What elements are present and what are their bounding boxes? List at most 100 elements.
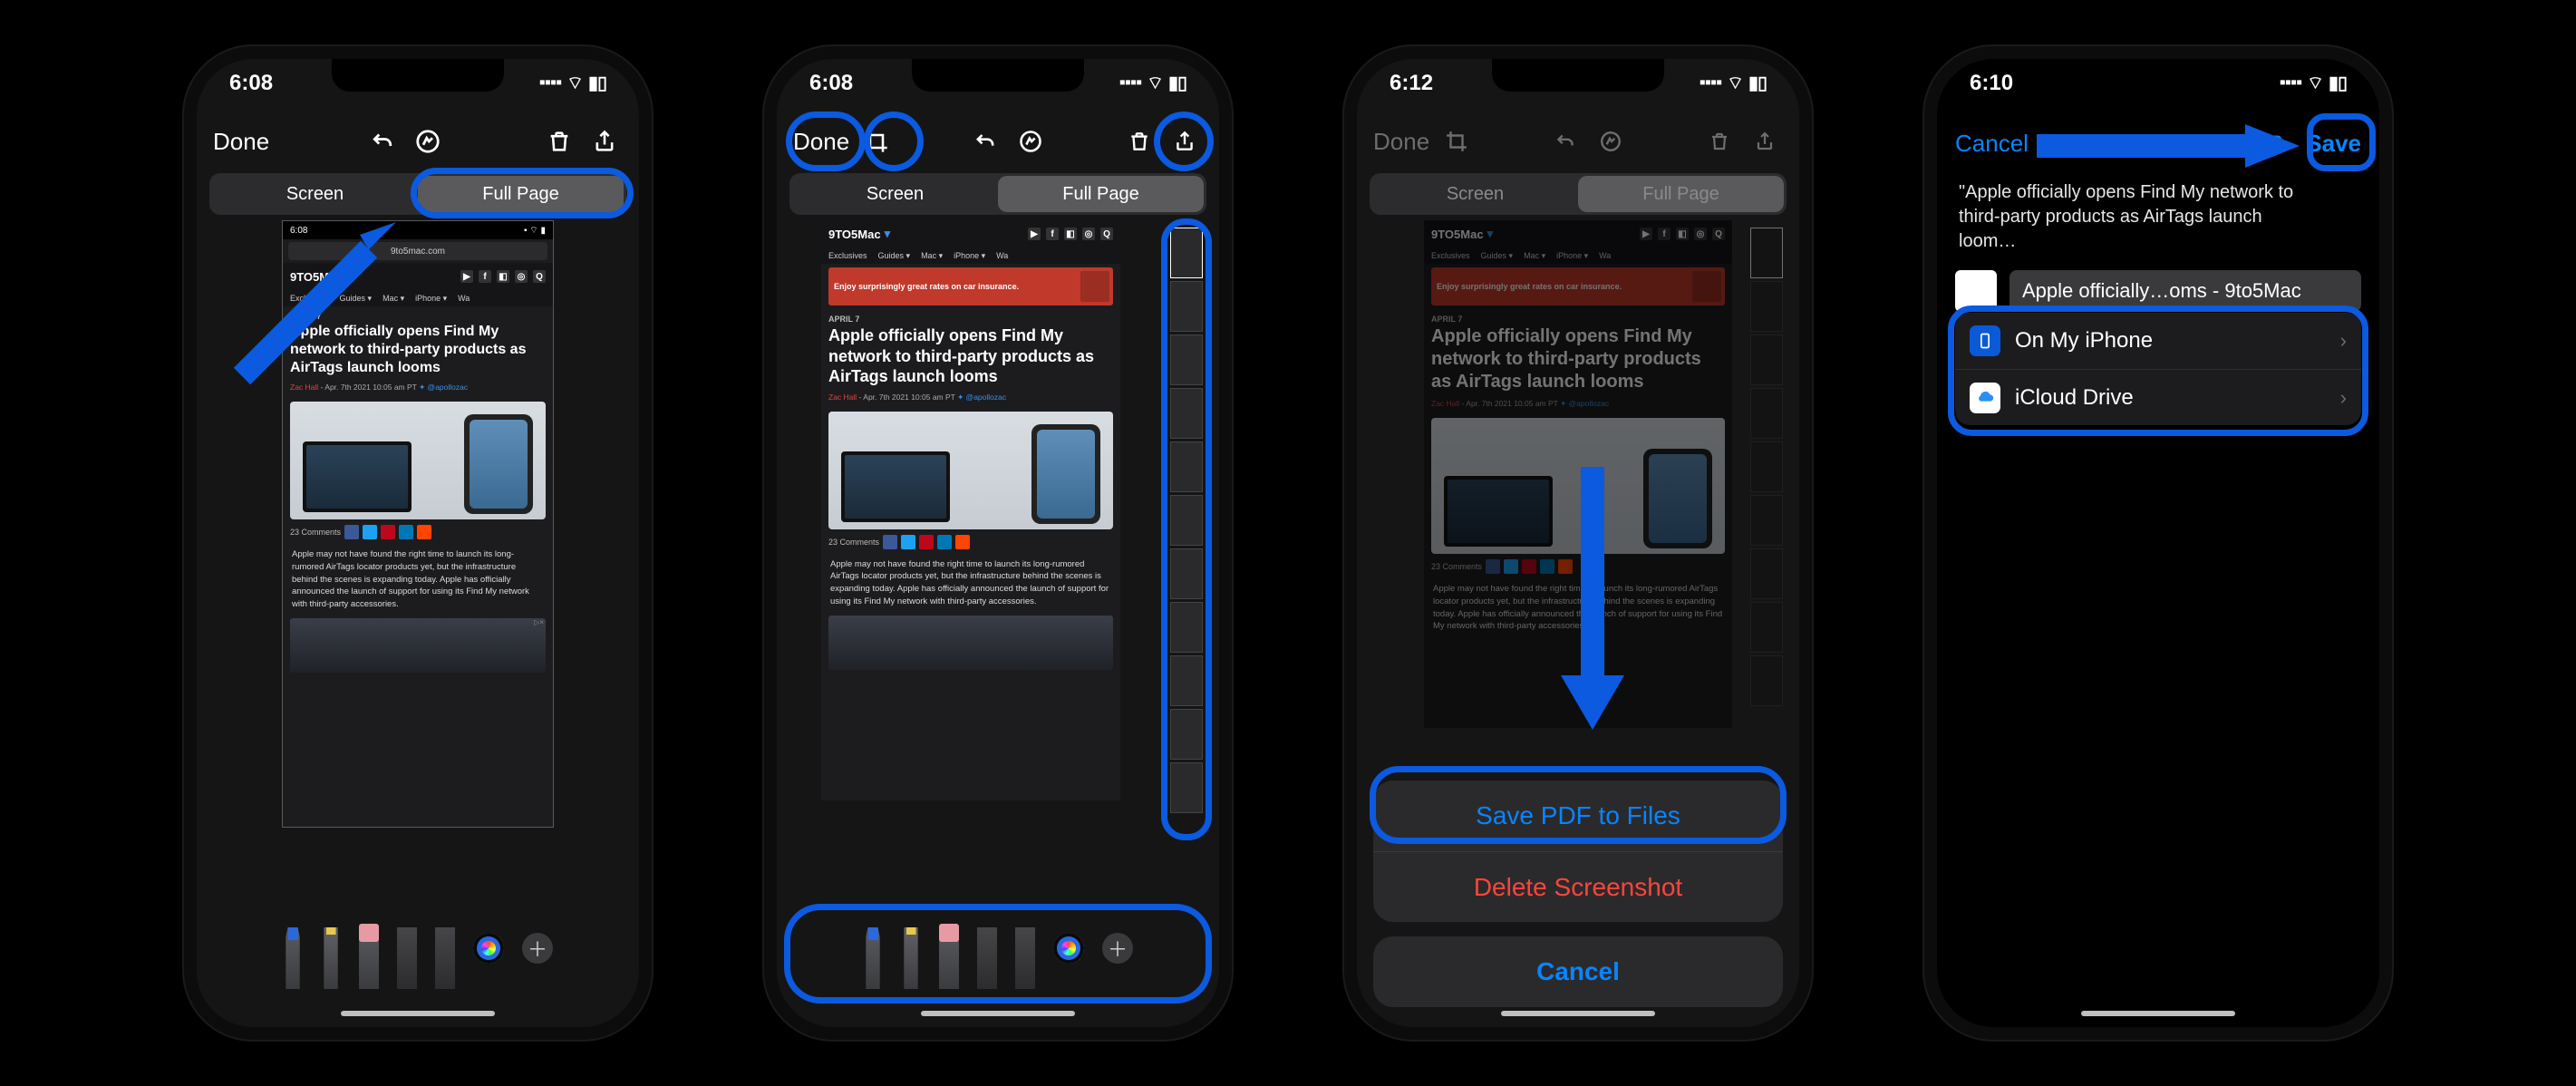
thumb-9[interactable] [1170,655,1203,706]
markup-toolbar[interactable]: ＋ [209,907,626,989]
eraser-tool[interactable] [939,927,959,989]
document-thumbnail [1955,270,1997,312]
hero-image [828,412,1113,529]
signal-icon: ▪▪▪▪ [539,73,561,93]
crop-icon[interactable] [858,123,895,160]
home-indicator[interactable] [1501,1011,1655,1016]
status-right: ▪▪▪▪ ⌔ ▮▯ [539,72,606,94]
comments-row: 23 Comments [828,535,1113,549]
editor-toolbar: Done [197,112,639,171]
banner-ad: Enjoy surprisingly great rates on car in… [828,267,1113,305]
segmented-control[interactable]: Screen Full Page [789,173,1206,215]
done-button[interactable]: Done [793,128,849,156]
page-preview[interactable]: 9TO5Mac▾ ▶f◧◎Q ExclusivesGuides ▾Mac ▾iP… [821,220,1120,800]
thumb-4[interactable] [1170,388,1203,439]
document-info: "Apple officially opens Find My network … [1955,175,2361,312]
action-sheet-group: Save PDF to Files Delete Screenshot [1373,781,1783,922]
seg-full-page: Full Page [1578,176,1784,212]
page-thumbnails [1750,228,1783,706]
notch [2072,59,2244,92]
undo-icon[interactable] [967,123,1003,160]
share-icon[interactable] [586,123,623,160]
add-tool[interactable]: ＋ [1102,933,1133,964]
save-cancel-button[interactable]: Cancel [1955,130,2029,158]
thumb-11[interactable] [1170,762,1203,813]
seg-screen[interactable]: Screen [212,176,418,212]
trash-icon [1701,123,1738,160]
location-list: On My iPhone › iCloud Drive › [1955,313,2361,425]
ruler-tool[interactable] [1015,927,1035,989]
thumb-5[interactable] [1170,441,1203,492]
preview-area[interactable]: 6:08▪ ⌔ ▮ 9to5mac.com 9TO5Mac▾ ▶f◧◎Q Exc… [197,220,639,891]
thumb-10[interactable] [1170,709,1203,760]
inline-image [828,616,1113,670]
article-date: APRIL 7 [283,306,553,323]
pen-tool[interactable] [863,927,883,989]
home-indicator[interactable] [341,1011,495,1016]
thumb-3[interactable] [1170,335,1203,385]
location-on-my-iphone[interactable]: On My iPhone › [1955,313,2361,369]
lasso-tool[interactable] [397,927,417,989]
eraser-tool[interactable] [359,927,379,989]
home-indicator[interactable] [2081,1011,2235,1016]
save-dialog-bar: Cancel Save [1937,113,2379,173]
icloud-icon [1970,383,2000,413]
article-byline: Zac Hall - Apr. 7th 2021 10:05 am PT ✦ @… [821,393,1120,408]
trash-icon[interactable] [541,123,577,160]
seg-screen[interactable]: Screen [792,176,998,212]
document-quote: "Apple officially opens Find My network … [1955,175,2361,259]
markup-toolbar[interactable]: ＋ [789,907,1206,989]
hero-image [290,402,546,519]
save-pdf-button[interactable]: Save PDF to Files [1373,781,1783,851]
status-right: ▪▪▪▪⌔▮▯ [2280,72,2347,94]
share-icon[interactable] [1167,123,1203,160]
thumb-1[interactable] [1170,228,1203,278]
site-logo: 9TO5Mac▾ ▶f◧◎Q [821,220,1120,247]
status-time: 6:10 [1970,71,2013,96]
notch [1492,59,1664,92]
site-subnav: ExclusivesGuides ▾Mac ▾iPhone ▾Wa [283,290,553,306]
location-icloud-drive[interactable]: iCloud Drive › [1955,369,2361,425]
save-button[interactable]: Save [2306,130,2361,158]
notch [332,59,504,92]
add-tool[interactable]: ＋ [522,933,553,964]
thumb-7[interactable] [1170,548,1203,599]
undo-icon[interactable] [364,123,401,160]
lasso-tool[interactable] [977,927,997,989]
redo-markup-icon[interactable] [1012,123,1049,160]
new-folder-icon[interactable] [2253,128,2284,159]
segmented-control[interactable]: Screen Full Page [209,173,626,215]
article-headline: Apple officially opens Find My network t… [821,325,1120,393]
phone-3: 6:12 ➤ ▪▪▪▪⌔▮▯ Done Screen Full Page 9TO… [1342,44,1814,1042]
page-preview: 9TO5Mac▾▶f◧◎Q ExclusivesGuides ▾Mac ▾iPh… [1424,220,1732,728]
pen-tool[interactable] [283,927,303,989]
marker-tool[interactable] [901,927,921,989]
redo-markup-icon[interactable] [410,123,446,160]
preview-area[interactable]: 9TO5Mac▾ ▶f◧◎Q ExclusivesGuides ▾Mac ▾iP… [777,220,1165,891]
done-button[interactable]: Done [213,128,269,156]
filename-field[interactable]: Apple officially…oms - 9to5Mac [2009,270,2361,312]
color-picker[interactable] [1053,933,1084,964]
phone-1: 6:08 ➤ ▪▪▪▪ ⌔ ▮▯ Done [182,44,654,1042]
comments-row: 23 Comments [290,525,546,539]
seg-full-page[interactable]: Full Page [418,176,624,212]
ruler-tool[interactable] [435,927,455,989]
color-picker[interactable] [473,933,504,964]
action-sheet: Save PDF to Files Delete Screenshot Canc… [1373,781,1783,1007]
page-thumbnails[interactable] [1170,228,1203,813]
marker-tool[interactable] [321,927,341,989]
trash-icon[interactable] [1121,123,1157,160]
thumb-2[interactable] [1170,281,1203,332]
status-right: ▪▪▪▪⌔▮▯ [1119,72,1186,94]
location-label: On My iPhone [2015,328,2153,354]
site-logo: 9TO5Mac▾ ▶f◧◎Q [283,263,553,290]
delete-screenshot-button[interactable]: Delete Screenshot [1373,851,1783,922]
home-indicator[interactable] [921,1011,1075,1016]
thumb-6[interactable] [1170,495,1203,546]
page-preview[interactable]: 6:08▪ ⌔ ▮ 9to5mac.com 9TO5Mac▾ ▶f◧◎Q Exc… [282,220,554,828]
sheet-cancel-button[interactable]: Cancel [1373,936,1783,1007]
thumb-8[interactable] [1170,602,1203,653]
segmented-control: Screen Full Page [1370,173,1787,215]
seg-full-page[interactable]: Full Page [998,176,1204,212]
status-time: 6:08 [229,71,273,96]
